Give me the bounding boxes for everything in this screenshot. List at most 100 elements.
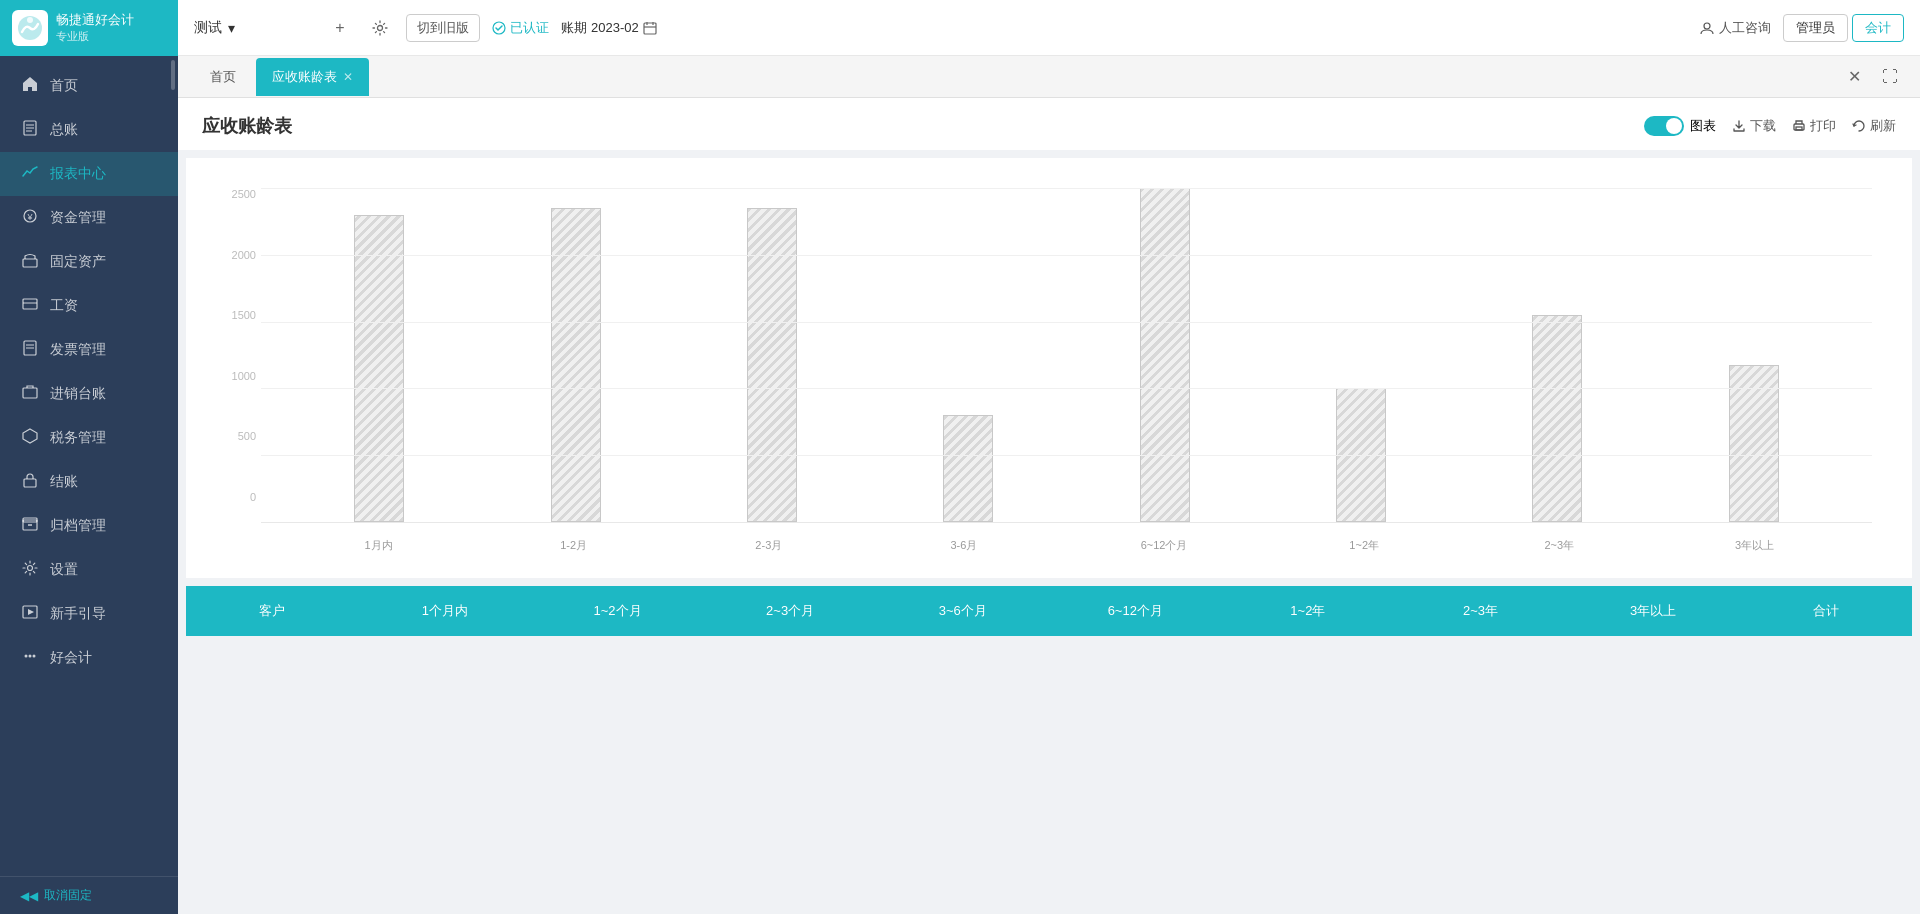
home-icon xyxy=(20,76,40,96)
certified-badge: 已认证 xyxy=(492,19,549,37)
col-1month: 1个月内 xyxy=(359,586,532,636)
svg-point-31 xyxy=(1704,23,1710,29)
sidebar-item-archive[interactable]: 归档管理 xyxy=(0,504,178,548)
svg-rect-15 xyxy=(24,479,36,487)
x-label-1-2year: 1~2年 xyxy=(1339,538,1389,553)
gridline-1 xyxy=(261,255,1872,256)
col-1-2month: 1~2个月 xyxy=(531,586,704,636)
table-section: 客户 1个月内 1~2个月 2~3个月 3~6个月 6~12个月 1~2年 2~… xyxy=(186,586,1912,636)
settings-icon xyxy=(20,560,40,580)
sidebar-item-ledger[interactable]: 总账 xyxy=(0,108,178,152)
y-label-500: 500 xyxy=(216,430,256,442)
company-selector[interactable]: 测试 ▾ xyxy=(194,19,314,37)
sidebar-item-inventory[interactable]: 进销台账 xyxy=(0,372,178,416)
cancel-fixed-btn[interactable]: ◀◀ 取消固定 xyxy=(0,876,178,914)
tab-aging-label: 应收账龄表 xyxy=(272,68,337,86)
service-btn[interactable]: 人工咨询 xyxy=(1699,19,1771,37)
col-3plus-year: 3年以上 xyxy=(1567,586,1740,636)
gridline-4 xyxy=(261,455,1872,456)
y-label-1500: 1500 xyxy=(216,309,256,321)
topbar: 测试 ▾ + 切到旧版 已认证 账期 2023-02 xyxy=(178,0,1920,56)
capital-icon: ¥ xyxy=(20,208,40,228)
tab-expand-btn[interactable]: ⛶ xyxy=(1876,63,1904,91)
main-content: 测试 ▾ + 切到旧版 已认证 账期 2023-02 xyxy=(178,0,1920,914)
archive-icon xyxy=(20,516,40,536)
old-version-btn[interactable]: 切到旧版 xyxy=(406,14,480,42)
col-6-12month: 6~12个月 xyxy=(1049,586,1222,636)
col-total: 合计 xyxy=(1739,586,1912,636)
sidebar-logo: 畅捷通好会计 专业版 xyxy=(0,0,178,56)
y-label-2000: 2000 xyxy=(216,249,256,261)
svg-point-25 xyxy=(378,25,383,30)
svg-point-22 xyxy=(25,655,28,658)
svg-rect-27 xyxy=(644,23,656,34)
gridline-3 xyxy=(261,388,1872,389)
sidebar-item-home[interactable]: 首页 xyxy=(0,64,178,108)
gridline-2 xyxy=(261,322,1872,323)
sidebar-item-salary[interactable]: 工资 xyxy=(0,284,178,328)
manager-btn[interactable]: 管理员 xyxy=(1783,14,1848,42)
sidebar-item-settings[interactable]: 设置 xyxy=(0,548,178,592)
tab-aging-close[interactable]: ✕ xyxy=(343,70,353,84)
sidebar-item-last[interactable]: 好会计 xyxy=(0,636,178,680)
tab-home[interactable]: 首页 xyxy=(194,58,252,96)
svg-text:¥: ¥ xyxy=(26,212,33,222)
tab-aging[interactable]: 应收账龄表 ✕ xyxy=(256,58,369,96)
sidebar-item-invoice[interactable]: 发票管理 xyxy=(0,328,178,372)
y-label-1000: 1000 xyxy=(216,370,256,382)
col-2-3month: 2~3个月 xyxy=(704,586,877,636)
x-label-1month: 1月内 xyxy=(354,538,404,553)
col-customer: 客户 xyxy=(186,586,359,636)
svg-point-19 xyxy=(28,566,33,571)
more-icon xyxy=(20,648,40,668)
company-name: 测试 xyxy=(194,19,222,37)
close-accounts-icon xyxy=(20,472,40,492)
svg-marker-21 xyxy=(28,609,34,615)
dropdown-icon: ▾ xyxy=(228,20,235,36)
refresh-btn[interactable]: 刷新 xyxy=(1852,117,1896,135)
newbie-icon xyxy=(20,604,40,624)
page-actions: 图表 下载 打印 xyxy=(1644,116,1896,136)
chart-toggle-label: 图表 xyxy=(1690,117,1716,135)
sidebar-item-assets[interactable]: 固定资产 xyxy=(0,240,178,284)
accountant-btn[interactable]: 会计 xyxy=(1852,14,1904,42)
svg-rect-9 xyxy=(23,299,37,309)
chart-section: 0 500 1000 1500 2000 2500 xyxy=(186,158,1912,578)
tab-home-label: 首页 xyxy=(210,68,236,86)
svg-rect-33 xyxy=(1796,127,1802,130)
sidebar-item-reports[interactable]: 报表中心 xyxy=(0,152,178,196)
svg-rect-8 xyxy=(23,259,37,267)
svg-point-23 xyxy=(29,655,32,658)
sidebar-item-capital[interactable]: ¥ 资金管理 xyxy=(0,196,178,240)
sidebar: 畅捷通好会计 专业版 首页 总账 xyxy=(0,0,178,914)
svg-rect-14 xyxy=(23,388,37,398)
page-header: 应收账龄表 图表 下载 xyxy=(178,98,1920,150)
sidebar-item-newbie[interactable]: 新手引导 xyxy=(0,592,178,636)
print-btn[interactable]: 打印 xyxy=(1792,117,1836,135)
invoice-icon xyxy=(20,340,40,360)
settings-btn[interactable] xyxy=(366,14,394,42)
chart-toggle[interactable] xyxy=(1644,116,1684,136)
pin-icon: ◀◀ xyxy=(20,889,38,903)
x-label-1-2month: 1-2月 xyxy=(549,538,599,553)
add-company-btn[interactable]: + xyxy=(326,14,354,42)
inventory-icon xyxy=(20,384,40,404)
user-buttons: 管理员 会计 xyxy=(1783,14,1904,42)
x-label-2-3month: 2-3月 xyxy=(744,538,794,553)
col-1-2year: 1~2年 xyxy=(1222,586,1395,636)
y-label-2500: 2500 xyxy=(216,188,256,200)
sidebar-item-tax[interactable]: 税务管理 xyxy=(0,416,178,460)
svg-point-24 xyxy=(33,655,36,658)
app-name: 畅捷通好会计 专业版 xyxy=(56,12,134,43)
col-3-6month: 3~6个月 xyxy=(876,586,1049,636)
sidebar-item-close[interactable]: 结账 xyxy=(0,460,178,504)
x-label-3plus-year: 3年以上 xyxy=(1729,538,1779,553)
svg-point-1 xyxy=(27,17,33,23)
tab-close-btn[interactable]: ✕ xyxy=(1840,63,1868,91)
tax-icon xyxy=(20,428,40,448)
ledger-icon xyxy=(20,120,40,140)
download-btn[interactable]: 下载 xyxy=(1732,117,1776,135)
y-label-0: 0 xyxy=(216,491,256,503)
col-2-3year: 2~3年 xyxy=(1394,586,1567,636)
sidebar-menu: 首页 总账 报表中心 xyxy=(0,56,178,876)
